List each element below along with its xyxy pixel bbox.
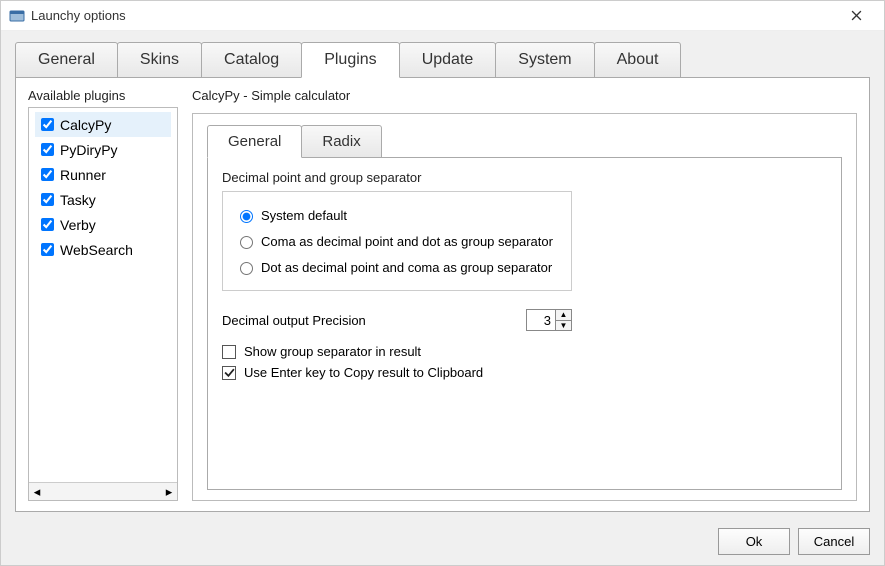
checkbox-icon[interactable] — [222, 345, 236, 359]
plugin-label: WebSearch — [60, 242, 133, 258]
radio-label: Coma as decimal point and dot as group s… — [261, 234, 553, 249]
radio-dot-decimal[interactable]: Dot as decimal point and coma as group s… — [235, 254, 559, 280]
plugins-left-column: Available plugins CalcyPy PyDiryPy Runne… — [28, 88, 178, 501]
plugin-settings-column: CalcyPy - Simple calculator General Radi… — [192, 88, 857, 501]
content-area: General Skins Catalog Plugins Update Sys… — [1, 31, 884, 518]
list-item[interactable]: WebSearch — [35, 237, 171, 262]
spinner-down-icon[interactable]: ▼ — [556, 321, 571, 331]
plugins-panel: Available plugins CalcyPy PyDiryPy Runne… — [15, 77, 870, 512]
list-item[interactable]: Runner — [35, 162, 171, 187]
tab-catalog[interactable]: Catalog — [201, 42, 302, 78]
plugin-checkbox[interactable] — [41, 168, 54, 181]
tab-skins[interactable]: Skins — [117, 42, 202, 78]
check-show-group-separator[interactable]: Show group separator in result — [222, 341, 827, 362]
cancel-button[interactable]: Cancel — [798, 528, 870, 555]
checkbox-label: Show group separator in result — [244, 344, 421, 359]
list-item[interactable]: Tasky — [35, 187, 171, 212]
main-tabs: General Skins Catalog Plugins Update Sys… — [15, 41, 870, 77]
tab-update[interactable]: Update — [399, 42, 497, 78]
precision-label: Decimal output Precision — [222, 313, 366, 328]
separator-group-title: Decimal point and group separator — [222, 170, 827, 185]
plugin-checkbox[interactable] — [41, 143, 54, 156]
plugin-checkbox[interactable] — [41, 118, 54, 131]
spinner-up-icon[interactable]: ▲ — [556, 310, 571, 321]
checkbox-icon[interactable] — [222, 366, 236, 380]
subtab-radix[interactable]: Radix — [301, 125, 381, 158]
dialog-buttons: Ok Cancel — [1, 518, 884, 565]
plugin-checkbox[interactable] — [41, 243, 54, 256]
radio-label: System default — [261, 208, 347, 223]
precision-row: Decimal output Precision ▲ ▼ — [222, 305, 572, 335]
radio-input[interactable] — [240, 262, 253, 275]
window-title: Launchy options — [31, 8, 836, 23]
list-item[interactable]: PyDiryPy — [35, 137, 171, 162]
titlebar: Launchy options — [1, 1, 884, 31]
radio-system-default[interactable]: System default — [235, 202, 559, 228]
plugin-label: Verby — [60, 217, 96, 233]
list-item[interactable]: Verby — [35, 212, 171, 237]
plugins-listbox: CalcyPy PyDiryPy Runner Tasky Verby WebS… — [28, 107, 178, 501]
plugin-label: Runner — [60, 167, 106, 183]
available-plugins-label: Available plugins — [28, 88, 178, 103]
plugin-title: CalcyPy - Simple calculator — [192, 88, 857, 103]
tab-system[interactable]: System — [495, 42, 594, 78]
plugin-label: PyDiryPy — [60, 142, 118, 158]
scroll-track[interactable] — [45, 485, 161, 499]
precision-input[interactable] — [527, 310, 555, 330]
plugin-label: CalcyPy — [60, 117, 111, 133]
plugin-label: Tasky — [60, 192, 96, 208]
plugins-list[interactable]: CalcyPy PyDiryPy Runner Tasky Verby WebS… — [29, 108, 177, 482]
plugin-checkbox[interactable] — [41, 193, 54, 206]
radio-coma-decimal[interactable]: Coma as decimal point and dot as group s… — [235, 228, 559, 254]
horizontal-scrollbar[interactable]: ◂ ▸ — [29, 482, 177, 500]
list-item[interactable]: CalcyPy — [35, 112, 171, 137]
subtab-general[interactable]: General — [207, 125, 302, 158]
subtab-content: Decimal point and group separator System… — [207, 157, 842, 490]
precision-spinner[interactable]: ▲ ▼ — [526, 309, 572, 331]
plugin-settings-panel: General Radix Decimal point and group se… — [192, 113, 857, 501]
checkbox-label: Use Enter key to Copy result to Clipboar… — [244, 365, 483, 380]
check-enter-copy-clipboard[interactable]: Use Enter key to Copy result to Clipboar… — [222, 362, 827, 383]
radio-input[interactable] — [240, 210, 253, 223]
scroll-right-icon[interactable]: ▸ — [161, 484, 177, 500]
tab-plugins[interactable]: Plugins — [301, 42, 399, 78]
tab-general[interactable]: General — [15, 42, 118, 78]
sub-tabs: General Radix — [207, 124, 842, 157]
options-window: Launchy options General Skins Catalog Pl… — [0, 0, 885, 566]
scroll-left-icon[interactable]: ◂ — [29, 484, 45, 500]
radio-label: Dot as decimal point and coma as group s… — [261, 260, 552, 275]
app-icon — [9, 8, 25, 24]
radio-input[interactable] — [240, 236, 253, 249]
close-button[interactable] — [836, 2, 876, 30]
tab-about[interactable]: About — [594, 42, 682, 78]
ok-button[interactable]: Ok — [718, 528, 790, 555]
plugin-checkbox[interactable] — [41, 218, 54, 231]
separator-groupbox: System default Coma as decimal point and… — [222, 191, 572, 291]
